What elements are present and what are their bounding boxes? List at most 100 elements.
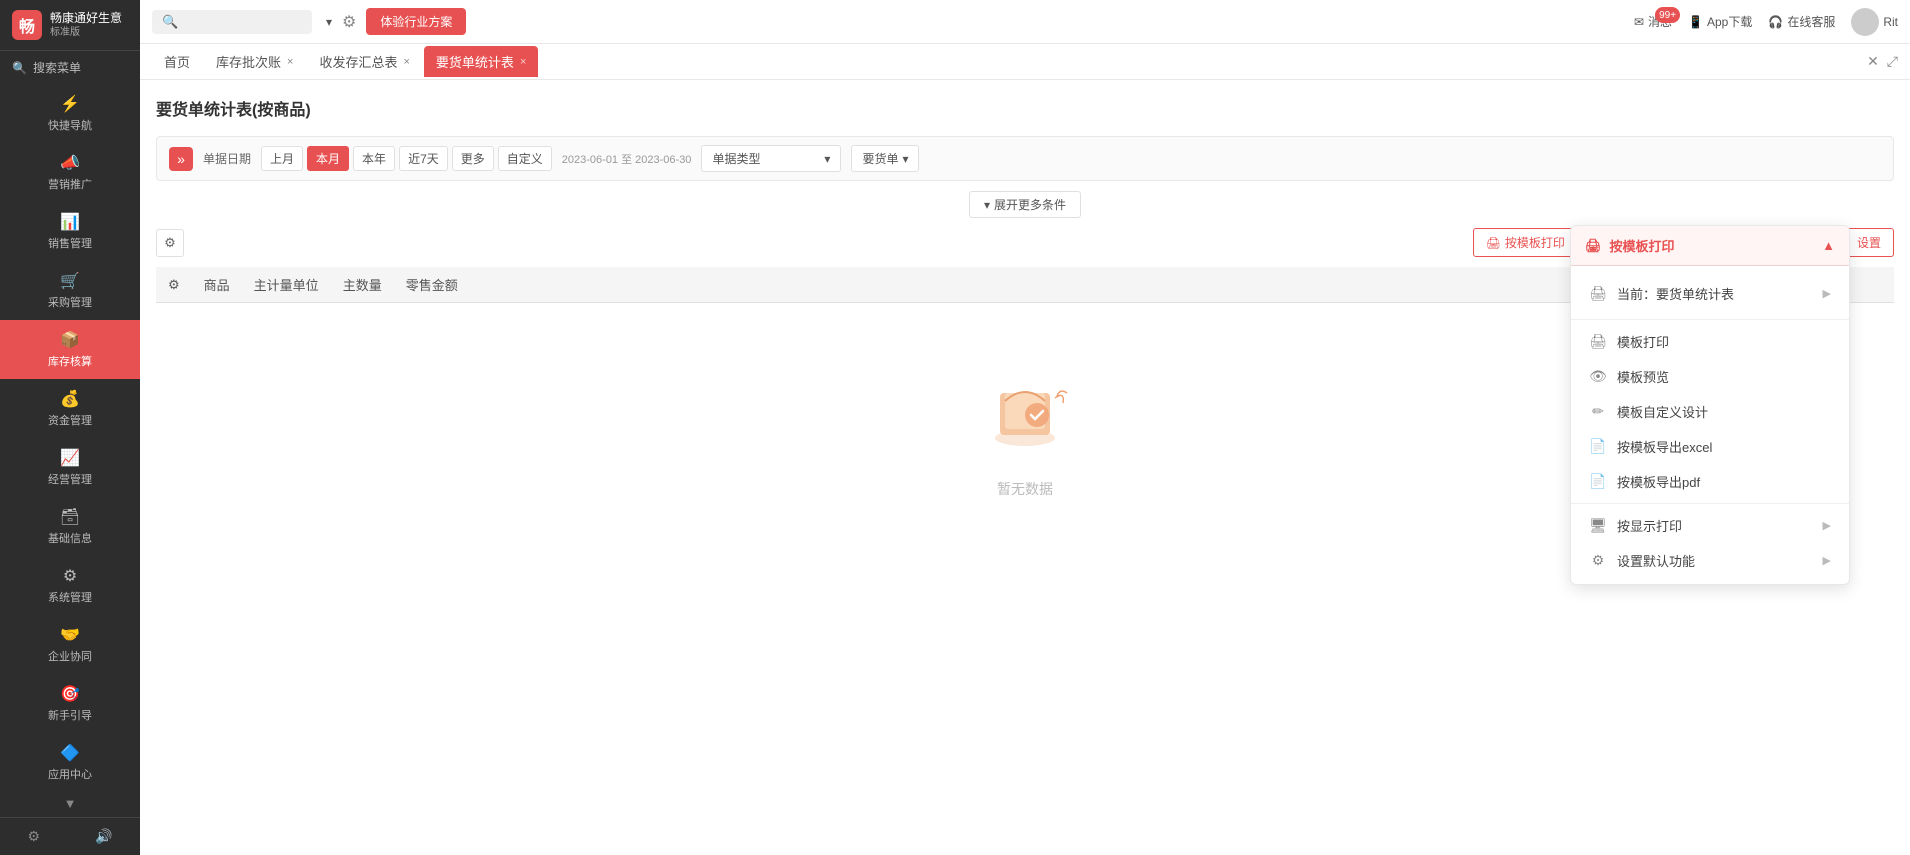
topbar-right: ✉ 消息 99+ 📱 App下载 🎧 在线客服 Rit	[1634, 8, 1898, 36]
sidebar-logo: 畅 畅康通好生意 标准版	[0, 0, 140, 51]
sidebar-scroll-down[interactable]: ▼	[0, 790, 140, 817]
current-template-item[interactable]: 🖨 当前：要货单统计表 ▶	[1571, 276, 1849, 311]
topbar-user-avatar[interactable]: Rit	[1851, 8, 1898, 36]
date-buttons-group: 上月 本月 本年 近7天 更多 自定义	[261, 146, 552, 171]
sidebar-settings-button[interactable]: ⚙	[28, 828, 41, 845]
topbar-gear-icon[interactable]: ⚙	[342, 12, 356, 32]
col-amount: 零售金额	[394, 267, 470, 303]
download-icon: 📱	[1688, 15, 1703, 29]
app-center-icon: 🔷	[60, 743, 80, 763]
print-dropdown-icon: 🖨	[1585, 238, 1602, 254]
date-btn-this-year[interactable]: 本年	[353, 146, 395, 171]
topbar-app-download-button[interactable]: 📱 App下载	[1688, 13, 1752, 30]
page-content: 要货单统计表(按商品) » 单据日期 上月 本月 本年 近7天 更多 自定义 2…	[140, 80, 1910, 855]
tabs-bar: 首页 库存批次账 × 收发存汇总表 × 要货单统计表 × ✕ ⤢	[140, 44, 1910, 80]
expand-more-button[interactable]: ▾ 展开更多条件	[969, 191, 1081, 218]
tabs-right-actions: ✕ ⤢	[1867, 53, 1898, 70]
date-btn-last-month[interactable]: 上月	[261, 146, 303, 171]
tab-collection-summary-close[interactable]: ×	[403, 56, 409, 68]
dropdown-template-preview[interactable]: 👁 模板预览	[1571, 359, 1849, 394]
sidebar-sound-button[interactable]: 🔊	[95, 828, 112, 845]
template-preview-icon: 👁	[1589, 368, 1607, 385]
date-btn-more[interactable]: 更多	[452, 146, 494, 171]
sidebar-item-guide[interactable]: 🎯 新手引导	[0, 674, 140, 733]
expand-icon: »	[177, 151, 185, 167]
date-btn-7days[interactable]: 近7天	[399, 146, 448, 171]
template-custom-icon: ✏	[1589, 403, 1607, 420]
topbar-online-service-button[interactable]: 🎧 在线客服	[1768, 13, 1835, 30]
guide-icon: 🎯	[60, 684, 80, 704]
topbar-message-button[interactable]: ✉ 消息 99+	[1634, 13, 1672, 30]
sidebar-item-purchase[interactable]: 🛒 采购管理	[0, 261, 140, 320]
date-btn-custom[interactable]: 自定义	[498, 146, 552, 171]
dropdown-default-func[interactable]: ⚙ 设置默认功能 ▶	[1571, 543, 1849, 578]
operation-icon: 📈	[60, 448, 80, 468]
topbar-promo-button[interactable]: 体验行业方案	[366, 8, 466, 35]
print-dropdown-header[interactable]: 🖨 按模板打印 ▲	[1571, 226, 1849, 266]
tab-inventory-batch-close[interactable]: ×	[287, 56, 293, 68]
sidebar-item-quick-nav[interactable]: ⚡ 快捷导航	[0, 84, 140, 143]
print-dropdown-close-arrow[interactable]: ▲	[1822, 238, 1835, 253]
page-title: 要货单统计表(按商品)	[156, 96, 1894, 120]
basic-icon: 🗃	[60, 507, 80, 527]
inventory-icon: 📦	[60, 330, 80, 350]
sidebar-item-sales[interactable]: 📊 销售管理	[0, 202, 140, 261]
topbar-search-input[interactable]	[184, 15, 294, 29]
system-icon: ⚙	[63, 566, 77, 586]
date-btn-this-month[interactable]: 本月	[307, 146, 349, 171]
dropdown-divider-1	[1571, 319, 1849, 320]
main-area: 🔍 ▾ ⚙ 体验行业方案 ✉ 消息 99+ 📱 App下载 🎧 在线客服	[140, 0, 1910, 855]
app-logo-icon: 畅	[12, 10, 42, 40]
print-dropdown-title-group: 🖨 按模板打印	[1585, 236, 1675, 255]
sidebar: 畅 畅康通好生意 标准版 🔍 搜索菜单 ⚡ 快捷导航 📣 营销推广 📊 销售管理…	[0, 0, 140, 855]
message-icon: ✉	[1634, 15, 1644, 29]
dropdown-display-print[interactable]: 🖥 按显示打印 ▶	[1571, 508, 1849, 543]
filter-expand-button[interactable]: »	[169, 147, 193, 171]
service-icon: 🎧	[1768, 15, 1783, 29]
tab-maximize-button[interactable]: ⤢	[1887, 53, 1898, 70]
app-name: 畅康通好生意 标准版	[50, 11, 122, 40]
dropdown-divider-2	[1571, 503, 1849, 504]
display-print-arrow: ▶	[1823, 519, 1831, 532]
template-pdf-icon: 📄	[1589, 473, 1607, 490]
sidebar-item-basic[interactable]: 🗃 基础信息	[0, 497, 140, 556]
template-print-icon: 🖨	[1589, 333, 1607, 350]
col-settings[interactable]: ⚙	[156, 267, 192, 303]
sidebar-nav: ⚡ 快捷导航 📣 营销推广 📊 销售管理 🛒 采购管理 📦 库存核算 💰 资金管…	[0, 84, 140, 790]
tab-close-all-button[interactable]: ✕	[1867, 53, 1879, 70]
tab-home[interactable]: 首页	[152, 46, 202, 77]
default-func-arrow: ▶	[1823, 554, 1831, 567]
dropdown-template-excel[interactable]: 📄 按模板导出excel	[1571, 429, 1849, 464]
topbar: 🔍 ▾ ⚙ 体验行业方案 ✉ 消息 99+ 📱 App下载 🎧 在线客服	[140, 0, 1910, 44]
type-select-arrow: ▾	[824, 152, 830, 166]
sidebar-item-collab[interactable]: 🤝 企业协同	[0, 615, 140, 674]
toolbar-left: ⚙	[156, 229, 184, 257]
table-settings-button[interactable]: ⚙	[156, 229, 184, 257]
dropdown-template-print[interactable]: 🖨 模板打印	[1571, 324, 1849, 359]
print-dropdown-menu: 🖨 按模板打印 ▲ 🖨 当前：要货单统计表 ▶	[1570, 225, 1850, 585]
display-print-icon: 🖥	[1589, 517, 1607, 534]
dropdown-template-pdf[interactable]: 📄 按模板导出pdf	[1571, 464, 1849, 499]
setup-button[interactable]: 设置	[1844, 228, 1894, 257]
tag-select-arrow: ▾	[902, 152, 908, 166]
tab-inventory-batch[interactable]: 库存批次账 ×	[204, 46, 305, 77]
search-icon: 🔍	[12, 61, 27, 75]
filter-tag-select[interactable]: 要货单 ▾	[851, 145, 919, 172]
filter-type-select[interactable]: 单据类型 ▾	[701, 145, 841, 172]
sidebar-item-marketing[interactable]: 📣 营销推广	[0, 143, 140, 202]
dropdown-template-custom[interactable]: ✏ 模板自定义设计	[1571, 394, 1849, 429]
sidebar-item-finance[interactable]: 💰 资金管理	[0, 379, 140, 438]
sidebar-item-system[interactable]: ⚙ 系统管理	[0, 556, 140, 615]
current-template-icon: 🖨	[1589, 285, 1607, 302]
sidebar-search-item[interactable]: 🔍 搜索菜单	[0, 51, 140, 84]
tab-order-stats[interactable]: 要货单统计表 ×	[424, 46, 538, 77]
topbar-search-box[interactable]: 🔍	[152, 10, 312, 34]
topbar-dropdown[interactable]: ▾	[322, 15, 332, 29]
sidebar-item-operation[interactable]: 📈 经营管理	[0, 438, 140, 497]
sidebar-item-inventory[interactable]: 📦 库存核算	[0, 320, 140, 379]
sales-icon: 📊	[60, 212, 80, 232]
tab-collection-summary[interactable]: 收发存汇总表 ×	[307, 46, 421, 77]
tab-order-stats-close[interactable]: ×	[520, 56, 526, 68]
sidebar-item-app-center[interactable]: 🔷 应用中心	[0, 733, 140, 790]
table-settings-icon: ⚙	[164, 235, 176, 251]
